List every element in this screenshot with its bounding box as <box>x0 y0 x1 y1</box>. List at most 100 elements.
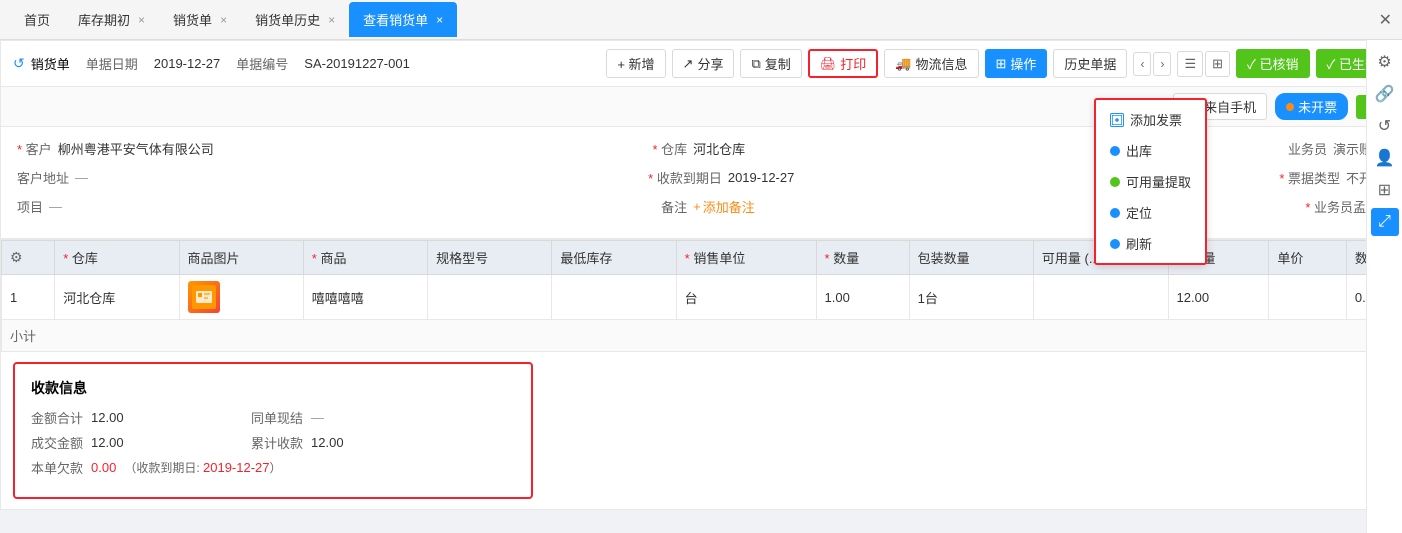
tab-view-sales[interactable]: 查看销货单 × <box>349 2 457 37</box>
prev-button[interactable]: ‹ <box>1133 52 1151 76</box>
date-label: 单据日期 <box>86 54 138 73</box>
due-date-label: 收款到期日 <box>648 168 722 187</box>
cell-img <box>179 275 303 320</box>
print-button[interactable]: 🖨 打印 <box>808 49 879 78</box>
window-close-button[interactable]: ✕ <box>1379 10 1392 30</box>
not-open-label: 未开票 <box>1298 97 1337 116</box>
ticket-label: 票据类型 <box>1279 168 1340 187</box>
cell-product: 嘻嘻嘻嘻 <box>303 275 427 320</box>
history-button[interactable]: 历史单据 <box>1053 49 1127 78</box>
logistics-icon: 🚚 <box>895 56 911 72</box>
col-price: 单价 <box>1269 241 1346 275</box>
locate-icon <box>1110 208 1120 218</box>
share-label: 分享 <box>697 54 723 73</box>
tab-sales-close[interactable]: × <box>220 13 227 27</box>
sidebar-expand-icon[interactable]: ⤢ <box>1371 208 1399 236</box>
accumulated-label: 累计收款 <box>251 433 303 452</box>
doc-header: ↺ 销货单 单据日期 2019-12-27 单据编号 SA-20191227-0… <box>1 41 1401 87</box>
project-label: 项目 <box>17 197 43 216</box>
add-invoice-item[interactable]: 添加发票 <box>1096 104 1205 135</box>
tab-sales-order[interactable]: 销货单 × <box>159 2 241 37</box>
col-pkg-qty: 包装数量 <box>909 241 1033 275</box>
product-image <box>188 281 220 313</box>
nav-arrows: ‹ › <box>1133 52 1171 76</box>
cell-stock: 12.00 <box>1168 275 1269 320</box>
outstanding-note: （收款到期日: 2019-12-27） <box>124 459 281 476</box>
refresh-item[interactable]: 刷新 <box>1096 228 1205 259</box>
outbound-icon <box>1110 146 1120 156</box>
tab-inventory-init[interactable]: 库存期初 × <box>64 2 159 37</box>
add-button[interactable]: + 新增 <box>606 49 665 78</box>
toolbar: + 新增 ↗ 分享 ⧉ 复制 🖨 打印 🚚 物流信息 <box>606 49 1389 78</box>
list-view-button[interactable]: ☰ <box>1177 51 1203 77</box>
deal-amount-label: 成交金额 <box>31 433 83 452</box>
same-settle-value: — <box>311 410 324 425</box>
address-field: 客户地址 — <box>17 168 618 187</box>
tab-inventory-close[interactable]: × <box>138 13 145 27</box>
gear-icon[interactable]: ⚙ <box>10 249 23 265</box>
add-remark-label: 添加备注 <box>703 197 755 216</box>
sidebar-refresh-icon[interactable]: ↺ <box>1371 112 1399 140</box>
print-icon: 🖨 <box>820 56 837 72</box>
sidebar-user-icon[interactable]: 👤 <box>1371 144 1399 172</box>
operation-button[interactable]: ⊞ 操作 <box>985 49 1048 78</box>
salesperson-label: 业务员孟 <box>1305 197 1366 216</box>
due-date-value: 2019-12-27 <box>728 170 795 185</box>
same-settle-label: 同单现结 <box>251 408 303 427</box>
available-qty-item[interactable]: 可用量提取 <box>1096 166 1205 197</box>
locate-label: 定位 <box>1126 203 1152 222</box>
cell-qty: 1.00 <box>816 275 909 320</box>
summary-row-1: 金额合计 12.00 同单现结 — <box>31 408 515 427</box>
outbound-item[interactable]: 出库 <box>1096 135 1205 166</box>
tab-history-close[interactable]: × <box>328 13 335 27</box>
copy-button[interactable]: ⧉ 复制 <box>740 49 801 78</box>
outstanding-label: 本单欠款 <box>31 458 83 477</box>
tab-sales-label: 销货单 <box>173 10 212 29</box>
add-invoice-icon <box>1110 113 1124 127</box>
subtotal-row: 小计 <box>2 320 1401 352</box>
number-label: 单据编号 <box>236 54 288 73</box>
add-remark-button[interactable]: + 添加备注 <box>693 197 755 216</box>
tab-bar: 首页 库存期初 × 销货单 × 销货单历史 × 查看销货单 × ✕ <box>0 0 1402 40</box>
share-button[interactable]: ↗ 分享 <box>672 49 735 78</box>
deal-amount-value: 12.00 <box>91 435 124 450</box>
checked-button[interactable]: ✓ 已核销 <box>1236 49 1310 78</box>
not-open-dot <box>1286 103 1294 111</box>
sidebar-link-icon[interactable]: 🔗 <box>1371 80 1399 108</box>
cell-price <box>1269 275 1346 320</box>
sidebar-settings-icon[interactable]: ⚙ <box>1371 48 1399 76</box>
operation-label: 操作 <box>1010 54 1036 73</box>
add-label: + 新增 <box>617 54 654 73</box>
remark-label: 备注 <box>661 197 687 216</box>
tab-home[interactable]: 首页 <box>10 2 64 37</box>
tab-view-label: 查看销货单 <box>363 10 428 29</box>
project-field: 项目 — <box>17 197 631 216</box>
sidebar-data-icon[interactable]: ⊞ <box>1371 176 1399 204</box>
summary-title: 收款信息 <box>31 378 515 398</box>
tab-home-label: 首页 <box>24 10 50 29</box>
grid-view-button[interactable]: ⊞ <box>1205 51 1230 77</box>
due-date-note: 2019-12-27 <box>203 460 270 475</box>
print-label: 打印 <box>840 54 866 73</box>
available-qty-label: 可用量提取 <box>1126 172 1191 191</box>
cell-min-stock <box>552 275 676 320</box>
doc-type-label: 销货单 <box>31 54 70 73</box>
doc-title: ↺ 销货单 <box>13 54 70 73</box>
doc-type-icon: ↺ <box>13 55 25 72</box>
summary-section: 收款信息 金额合计 12.00 同单现结 — 成交金额 12.00 累计收款 <box>13 362 533 499</box>
tab-view-close[interactable]: × <box>436 13 443 27</box>
staff-label: 业务员 <box>1288 139 1327 158</box>
total-amount-value: 12.00 <box>91 410 124 425</box>
logistics-button[interactable]: 🚚 物流信息 <box>884 49 978 78</box>
next-button[interactable]: › <box>1153 52 1171 76</box>
doc-meta: 单据日期 2019-12-27 单据编号 SA-20191227-001 <box>86 54 410 73</box>
not-open-button[interactable]: 未开票 <box>1275 93 1348 120</box>
cell-pkg: 1台 <box>909 275 1033 320</box>
tab-inventory-label: 库存期初 <box>78 10 130 29</box>
logistics-label: 物流信息 <box>915 54 967 73</box>
add-remark-icon: + <box>693 199 701 214</box>
tab-sales-history[interactable]: 销货单历史 × <box>241 2 349 37</box>
locate-item[interactable]: 定位 <box>1096 197 1205 228</box>
summary-row-3: 本单欠款 0.00 （收款到期日: 2019-12-27） <box>31 458 515 477</box>
col-min-stock: 最低库存 <box>552 241 676 275</box>
